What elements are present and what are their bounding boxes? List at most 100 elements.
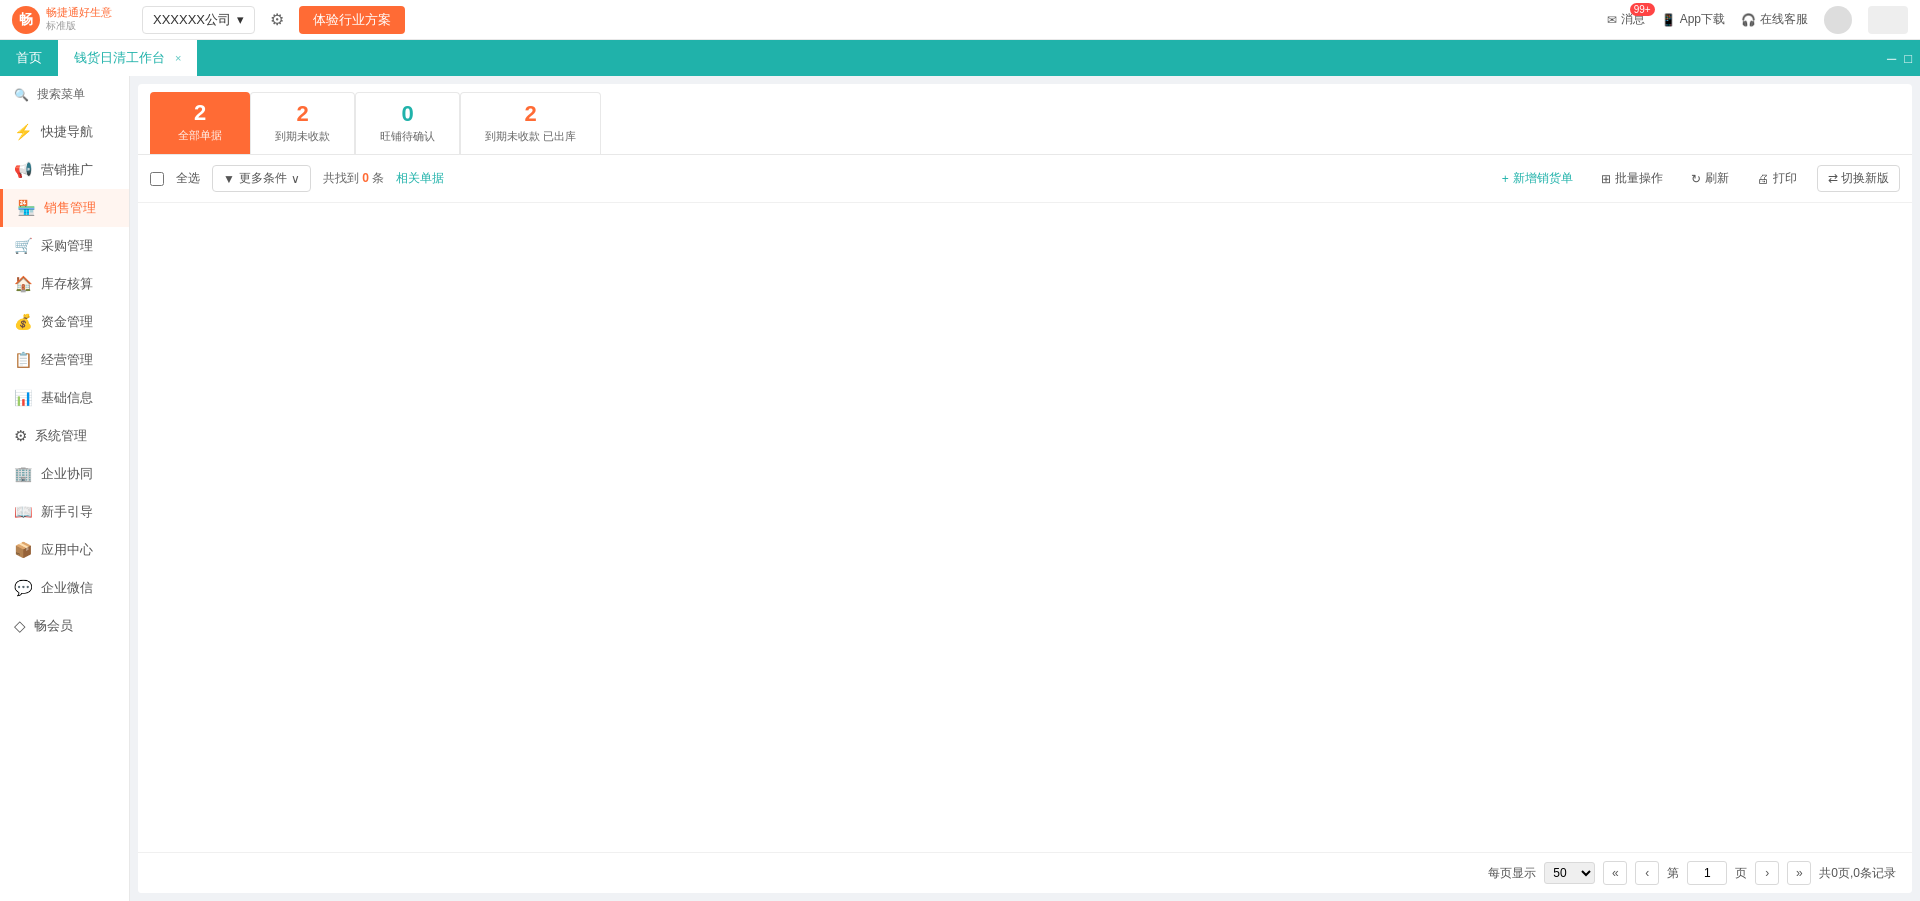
- sidebar-label-app-center: 应用中心: [41, 541, 93, 559]
- next-page-button[interactable]: ›: [1755, 861, 1779, 885]
- app-download-button[interactable]: 📱 App下载: [1661, 11, 1725, 28]
- sidebar-item-funds[interactable]: 💰 资金管理: [0, 303, 129, 341]
- batch-operation-button[interactable]: ⊞ 批量操作: [1593, 166, 1671, 191]
- content-area: 2 全部单据 2 到期未收款 0 旺铺待确认 2 到期未收款 已出库: [130, 76, 1920, 901]
- sidebar-item-basic-info[interactable]: 📊 基础信息: [0, 379, 129, 417]
- refresh-button[interactable]: ↻ 刷新: [1683, 166, 1737, 191]
- pagination-bar: 每页显示 50 20 100 « ‹ 第 页 › » 共0页,0条记录: [138, 852, 1912, 893]
- filter-icon: ▼: [223, 172, 235, 186]
- stat-tab-overdue-shipped[interactable]: 2 到期未收款 已出库: [460, 92, 601, 154]
- wechat-icon: 💬: [14, 579, 33, 597]
- total-label: 共0页,0条记录: [1819, 865, 1896, 882]
- quick-nav-icon: ⚡: [14, 123, 33, 141]
- batch-icon: ⊞: [1601, 172, 1611, 186]
- nav-tabs-right: ─ □: [1887, 40, 1920, 76]
- sidebar-item-purchase[interactable]: 🛒 采购管理: [0, 227, 129, 265]
- sidebar-label-guide: 新手引导: [41, 503, 93, 521]
- app-download-icon: 📱: [1661, 13, 1676, 27]
- refresh-label: 刷新: [1705, 170, 1729, 187]
- select-all-checkbox[interactable]: [150, 172, 164, 186]
- stat-num-overdue: 2: [296, 101, 308, 127]
- purchase-icon: 🛒: [14, 237, 33, 255]
- sidebar-label-funds: 资金管理: [41, 313, 93, 331]
- tab-cash-daily[interactable]: 钱货日清工作台 ×: [58, 40, 197, 76]
- toolbar: 全选 ▼ 更多条件 ∨ 共找到 0 条 相关单据 + 新增销货单: [138, 155, 1912, 203]
- operations-icon: 📋: [14, 351, 33, 369]
- system-icon: ⚙: [14, 427, 27, 445]
- refresh-icon: ↻: [1691, 172, 1701, 186]
- guide-icon: 📖: [14, 503, 33, 521]
- sidebar-label-marketing: 营销推广: [41, 161, 93, 179]
- first-page-button[interactable]: «: [1603, 861, 1627, 885]
- home-tab-label: 首页: [16, 49, 42, 67]
- batch-label: 批量操作: [1615, 170, 1663, 187]
- stat-tab-all[interactable]: 2 全部单据: [150, 92, 250, 154]
- settings-button[interactable]: ⚙: [263, 6, 291, 34]
- sidebar-item-enterprise[interactable]: 🏢 企业协同: [0, 455, 129, 493]
- marketing-icon: 📢: [14, 161, 33, 179]
- dropdown-icon: ▾: [237, 12, 244, 27]
- app-name: 畅捷通好生意: [46, 6, 112, 19]
- sidebar-item-inventory[interactable]: 🏠 库存核算: [0, 265, 129, 303]
- print-icon: 🖨: [1757, 172, 1769, 186]
- select-all-label: 全选: [176, 170, 200, 187]
- search-icon: 🔍: [14, 88, 29, 102]
- tab-minimize-icon[interactable]: ─: [1887, 51, 1896, 66]
- stat-num-pending: 0: [401, 101, 413, 127]
- print-button[interactable]: 🖨 打印: [1749, 166, 1805, 191]
- sidebar-search[interactable]: 🔍 搜索菜单: [0, 76, 129, 113]
- stat-tab-overdue[interactable]: 2 到期未收款: [250, 92, 355, 154]
- prev-page-button[interactable]: ‹: [1635, 861, 1659, 885]
- filter-dropdown-icon: ∨: [291, 172, 300, 186]
- stat-label-overdue: 到期未收款: [275, 129, 330, 144]
- sidebar-label-basic-info: 基础信息: [41, 389, 93, 407]
- username-area: [1868, 6, 1908, 34]
- sidebar-item-wechat[interactable]: 💬 企业微信: [0, 569, 129, 607]
- sidebar-item-member[interactable]: ◇ 畅会员: [0, 607, 129, 645]
- page-number-input[interactable]: [1687, 861, 1727, 885]
- stat-label-all: 全部单据: [178, 128, 222, 143]
- app-download-label: App下载: [1680, 11, 1725, 28]
- sidebar-label-purchase: 采购管理: [41, 237, 93, 255]
- related-label[interactable]: 相关单据: [396, 170, 444, 187]
- add-icon: +: [1502, 172, 1509, 186]
- nav-tabs-bar: 首页 钱货日清工作台 × ─ □: [0, 40, 1920, 76]
- sidebar-item-operations[interactable]: 📋 经营管理: [0, 341, 129, 379]
- sidebar-item-sales[interactable]: 🏪 销售管理: [0, 189, 129, 227]
- filter-button[interactable]: ▼ 更多条件 ∨: [212, 165, 311, 192]
- message-button[interactable]: ✉ 消息 99+: [1607, 11, 1645, 28]
- toolbar-right: + 新增销货单 ⊞ 批量操作 ↻ 刷新 🖨 打印: [1494, 165, 1900, 192]
- tab-maximize-icon[interactable]: □: [1904, 51, 1912, 66]
- page-label-before: 第: [1667, 865, 1679, 882]
- online-service-button[interactable]: 🎧 在线客服: [1741, 11, 1808, 28]
- sidebar-item-system[interactable]: ⚙ 系统管理: [0, 417, 129, 455]
- sidebar-item-guide[interactable]: 📖 新手引导: [0, 493, 129, 531]
- switch-version-button[interactable]: ⇄ 切换新版: [1817, 165, 1900, 192]
- stat-label-overdue-shipped: 到期未收款 已出库: [485, 129, 576, 144]
- sidebar-label-system: 系统管理: [35, 427, 87, 445]
- page-size-select[interactable]: 50 20 100: [1544, 862, 1595, 884]
- tab-close-icon[interactable]: ×: [175, 52, 181, 64]
- stat-tab-pending[interactable]: 0 旺铺待确认: [355, 92, 460, 154]
- experience-button[interactable]: 体验行业方案: [299, 6, 405, 34]
- company-selector[interactable]: XXXXXX公司 ▾: [142, 6, 255, 34]
- sidebar-label-enterprise: 企业协同: [41, 465, 93, 483]
- avatar[interactable]: [1824, 6, 1852, 34]
- add-sales-order-button[interactable]: + 新增销货单: [1494, 166, 1581, 191]
- app-badge: 标准版: [46, 19, 112, 33]
- last-page-button[interactable]: »: [1787, 861, 1811, 885]
- stat-num-all: 2: [194, 100, 206, 126]
- stats-tabs: 2 全部单据 2 到期未收款 0 旺铺待确认 2 到期未收款 已出库: [138, 84, 1912, 155]
- logo-icon: 畅: [12, 6, 40, 34]
- tab-home[interactable]: 首页: [0, 40, 58, 76]
- sidebar-item-marketing[interactable]: 📢 营销推广: [0, 151, 129, 189]
- print-label: 打印: [1773, 170, 1797, 187]
- filter-label: 更多条件: [239, 170, 287, 187]
- page-size-label: 每页显示: [1488, 865, 1536, 882]
- main-layout: 🔍 搜索菜单 ⚡ 快捷导航 📢 营销推广 🏪 销售管理 🛒 采购管理 🏠 库存核…: [0, 76, 1920, 901]
- online-service-label: 在线客服: [1760, 11, 1808, 28]
- sidebar-item-quick-nav[interactable]: ⚡ 快捷导航: [0, 113, 129, 151]
- sidebar-item-app-center[interactable]: 📦 应用中心: [0, 531, 129, 569]
- logo-area: 畅 畅捷通好生意 标准版: [12, 6, 142, 34]
- sidebar-label-wechat: 企业微信: [41, 579, 93, 597]
